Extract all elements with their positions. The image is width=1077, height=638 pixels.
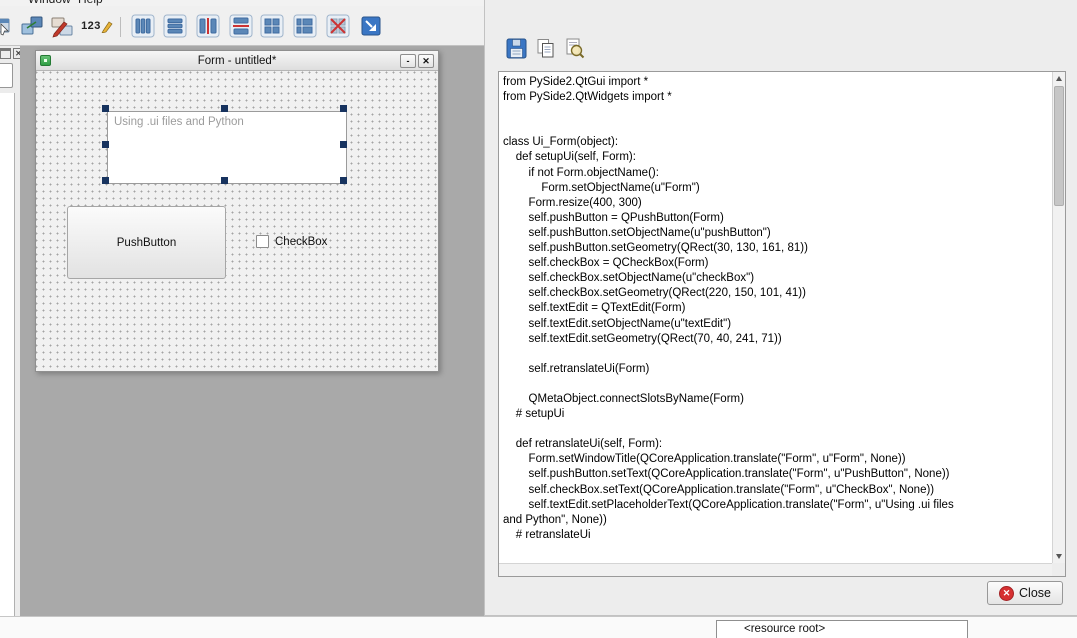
tab-order-label: 123	[81, 20, 101, 32]
close-button-label: Close	[1019, 586, 1051, 600]
selection-handle[interactable]	[340, 141, 347, 148]
form-close-button[interactable]: ✕	[418, 54, 434, 68]
selection-handle[interactable]	[221, 105, 228, 112]
scroll-down-icon[interactable]	[1056, 554, 1062, 559]
widget-box-list[interactable]	[0, 93, 15, 616]
adjust-size-icon[interactable]	[358, 13, 384, 39]
selection-handle[interactable]	[102, 141, 109, 148]
code-text[interactable]: from PySide2.QtGui import * from PySide2…	[503, 75, 1048, 560]
checkbox-label: CheckBox	[275, 236, 327, 248]
form-title: Form - untitled*	[36, 55, 438, 67]
resource-root-item[interactable]: <resource root>	[716, 620, 968, 638]
textedit-placeholder: Using .ui files and Python	[108, 112, 346, 132]
edit-tab-order-icon[interactable]: 123	[79, 13, 115, 39]
selection-handle[interactable]	[221, 177, 228, 184]
layout-form-icon[interactable]	[292, 13, 318, 39]
copy-icon[interactable]	[533, 36, 558, 61]
scroll-up-icon[interactable]	[1056, 76, 1062, 81]
close-button[interactable]: ✕ Close	[987, 581, 1063, 605]
checkbox-widget[interactable]: CheckBox	[256, 235, 327, 248]
checkbox-indicator[interactable]	[256, 235, 269, 248]
selection-handle[interactable]	[102, 177, 109, 184]
pushbutton-widget[interactable]: PushButton	[67, 206, 226, 279]
bottom-panel: <resource root>	[0, 616, 1077, 638]
dock-float-icon[interactable]	[0, 48, 11, 59]
scrollbar-thumb[interactable]	[1054, 86, 1064, 206]
selection-handle[interactable]	[340, 177, 347, 184]
pencil-icon	[101, 19, 113, 33]
code-view[interactable]: from PySide2.QtGui import * from PySide2…	[498, 71, 1066, 577]
main-toolbar: 123	[0, 6, 484, 46]
form-canvas[interactable]: Using .ui files and Python PushButton Ch…	[36, 71, 438, 371]
designer-main-window: Window Help 123	[0, 0, 1077, 638]
save-icon[interactable]	[504, 36, 529, 61]
form-icon	[40, 55, 51, 66]
layout-grid-icon[interactable]	[259, 13, 285, 39]
vertical-scrollbar[interactable]	[1052, 72, 1065, 563]
view-code-dialog: from PySide2.QtGui import * from PySide2…	[484, 0, 1077, 616]
layout-vertically-icon[interactable]	[162, 13, 188, 39]
widget-filter-input[interactable]	[0, 63, 13, 88]
selection-handle[interactable]	[340, 105, 347, 112]
widget-box-dock: ✕	[0, 46, 20, 616]
break-layout-icon[interactable]	[325, 13, 351, 39]
form-titlebar[interactable]: Form - untitled* - ✕	[36, 51, 438, 71]
selection-handle[interactable]	[102, 105, 109, 112]
scrollbar-corner	[1052, 563, 1065, 576]
find-icon[interactable]	[562, 36, 587, 61]
horizontal-scrollbar[interactable]	[499, 563, 1052, 576]
layout-horizontal-splitter-icon[interactable]	[195, 13, 221, 39]
edit-signals-slots-icon[interactable]	[19, 13, 45, 39]
textedit-widget[interactable]: Using .ui files and Python	[107, 111, 347, 184]
layout-vertical-splitter-icon[interactable]	[228, 13, 254, 39]
close-circle-icon: ✕	[999, 586, 1014, 601]
layout-horizontally-icon[interactable]	[130, 13, 156, 39]
edit-widgets-icon[interactable]	[0, 13, 14, 39]
form-minimize-button[interactable]: -	[400, 54, 416, 68]
edit-buddies-icon[interactable]	[49, 13, 75, 39]
form-editor-window: Form - untitled* - ✕ Using .ui files and…	[35, 50, 439, 372]
toolbar-separator	[120, 17, 121, 37]
